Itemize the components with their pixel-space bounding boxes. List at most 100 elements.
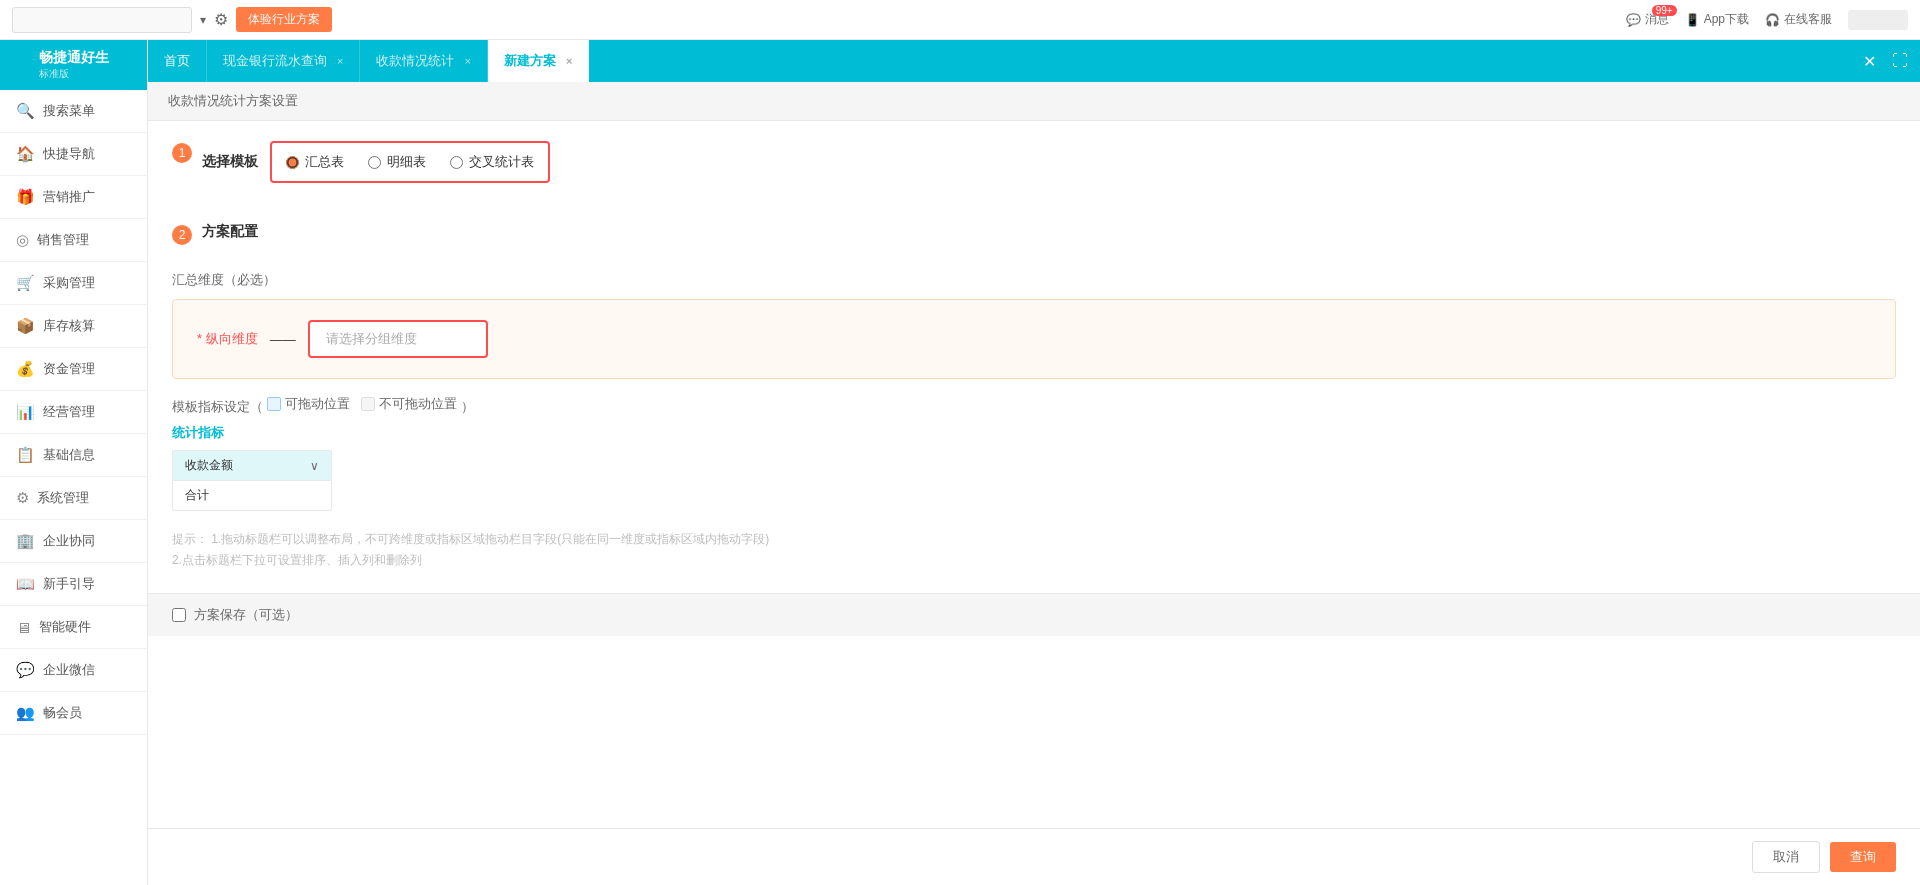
- metrics-row-total: 合计: [173, 480, 331, 510]
- trial-button[interactable]: 体验行业方案: [236, 7, 332, 32]
- message-icon: 💬: [1626, 13, 1641, 27]
- tip1: 提示： 1.拖动标题栏可以调整布局，不可跨维度或指标区域拖动栏目字段(只能在同一…: [172, 531, 1896, 548]
- tab-close-icon[interactable]: ✕: [1859, 48, 1880, 75]
- step2-section: 2 方案配置 汇总维度（必选） * 纵向维度 —— 请选择分组维度: [148, 223, 1920, 593]
- dimension-label: 汇总维度（必选）: [172, 271, 1896, 289]
- non-draggable-label: 不可拖动位置: [379, 395, 457, 413]
- step1-block: 1 选择模板 汇总表 明细表: [172, 141, 1896, 183]
- step1-section: 1 选择模板 汇总表 明细表: [148, 121, 1920, 223]
- tab-receipt-label: 收款情况统计: [376, 52, 454, 70]
- metrics-table: 收款金额 ∨ 合计: [172, 450, 332, 511]
- metrics-col-header[interactable]: 收款金额 ∨: [173, 451, 331, 480]
- tab-home[interactable]: 首页: [148, 40, 207, 82]
- sidebar-label-basic: 基础信息: [43, 446, 95, 464]
- sidebar-label-guide: 新手引导: [43, 575, 95, 593]
- metrics-config-area: 模板指标设定（ 可拖动位置 不可拖动位置 ）: [172, 395, 1896, 511]
- avatar[interactable]: [1848, 10, 1908, 30]
- sales-icon: ◎: [16, 231, 29, 249]
- wechat-icon: 💬: [16, 661, 35, 679]
- sidebar-label-nav: 快捷导航: [43, 145, 95, 163]
- logo-sub: 标准版: [39, 67, 109, 81]
- gear-icon[interactable]: ⚙: [214, 10, 228, 29]
- footer-bar: 取消 查询: [148, 828, 1920, 885]
- radio-huizong-label[interactable]: 汇总表: [305, 153, 344, 171]
- gift-icon: 🎁: [16, 188, 35, 206]
- save-checkbox[interactable]: [172, 608, 186, 622]
- tab-new-label: 新建方案: [504, 52, 556, 70]
- radio-jiaocha[interactable]: 交叉统计表: [450, 153, 534, 171]
- corp-icon: 🏢: [16, 532, 35, 550]
- sidebar-item-sales[interactable]: ◎ 销售管理: [0, 219, 147, 262]
- query-button[interactable]: 查询: [1830, 842, 1896, 872]
- radio-jiaocha-input[interactable]: [450, 156, 463, 169]
- download-item[interactable]: 📱 App下载: [1685, 11, 1749, 28]
- metrics-col-label: 收款金额: [185, 457, 233, 474]
- list-icon: 📋: [16, 446, 35, 464]
- stats-section: 统计指标 收款金额 ∨ 合计: [172, 424, 332, 511]
- service-label: 在线客服: [1784, 11, 1832, 28]
- sidebar-label-hardware: 智能硬件: [39, 618, 91, 636]
- sidebar-item-member[interactable]: 👥 畅会员: [0, 692, 147, 735]
- sidebar-item-hardware[interactable]: 🖥 智能硬件: [0, 606, 147, 649]
- tab-bank-label: 现金银行流水查询: [223, 52, 327, 70]
- tab-new[interactable]: 新建方案 ×: [488, 40, 589, 82]
- metrics-col-dropdown-icon[interactable]: ∨: [310, 459, 319, 473]
- search-input[interactable]: [12, 7, 192, 33]
- tab-bar: 首页 现金银行流水查询 × 收款情况统计 × 新建方案 × ✕ ⛶: [148, 40, 1920, 82]
- tips-section: 提示： 1.拖动标题栏可以调整布局，不可跨维度或指标区域拖动栏目字段(只能在同一…: [172, 531, 1896, 569]
- step1-num: 1: [172, 143, 192, 163]
- tab-receipt[interactable]: 收款情况统计 ×: [360, 40, 487, 82]
- radio-mingxi-input[interactable]: [368, 156, 381, 169]
- tab-home-label: 首页: [164, 52, 190, 70]
- service-item[interactable]: 🎧 在线客服: [1765, 11, 1832, 28]
- step2-block: 2 方案配置: [172, 223, 1896, 251]
- dimension-row: * 纵向维度 —— 请选择分组维度: [197, 320, 1871, 358]
- step2-content: 方案配置: [202, 223, 1896, 251]
- dropdown-icon[interactable]: ▾: [200, 13, 206, 27]
- step1-content: 选择模板 汇总表 明细表: [202, 141, 1896, 183]
- metrics-header-text: 模板指标设定（ 可拖动位置 不可拖动位置 ）: [172, 395, 474, 416]
- sidebar-item-marketing[interactable]: 🎁 营销推广: [0, 176, 147, 219]
- sidebar-item-operations[interactable]: 📊 经营管理: [0, 391, 147, 434]
- sidebar-item-corp[interactable]: 🏢 企业协同: [0, 520, 147, 563]
- sidebar-item-basic[interactable]: 📋 基础信息: [0, 434, 147, 477]
- sidebar-item-search[interactable]: 🔍 搜索菜单: [0, 90, 147, 133]
- guide-icon: 📖: [16, 575, 35, 593]
- chart-icon: 📊: [16, 403, 35, 421]
- sidebar-item-purchase[interactable]: 🛒 采购管理: [0, 262, 147, 305]
- sidebar-item-system[interactable]: ⚙ 系统管理: [0, 477, 147, 520]
- tab-bank[interactable]: 现金银行流水查询 ×: [207, 40, 360, 82]
- message-item[interactable]: 💬 消息 99+: [1626, 11, 1669, 28]
- radio-huizong[interactable]: 汇总表: [286, 153, 344, 171]
- tab-bank-close[interactable]: ×: [337, 55, 343, 67]
- content-area: 首页 现金银行流水查询 × 收款情况统计 × 新建方案 × ✕ ⛶ 收款情况统计…: [148, 40, 1920, 885]
- save-label[interactable]: 方案保存（可选）: [194, 606, 298, 624]
- cancel-button[interactable]: 取消: [1752, 841, 1820, 873]
- tab-new-close[interactable]: ×: [566, 55, 572, 67]
- sidebar-item-nav[interactable]: 🏠 快捷导航: [0, 133, 147, 176]
- radio-huizong-input[interactable]: [286, 156, 299, 169]
- sidebar-label-wechat: 企业微信: [43, 661, 95, 679]
- sidebar-item-guide[interactable]: 📖 新手引导: [0, 563, 147, 606]
- top-bar-right: 💬 消息 99+ 📱 App下载 🎧 在线客服: [1626, 10, 1908, 30]
- radio-jiaocha-label[interactable]: 交叉统计表: [469, 153, 534, 171]
- cart-icon: 🛒: [16, 274, 35, 292]
- radio-mingxi-label[interactable]: 明细表: [387, 153, 426, 171]
- page-body: 1 选择模板 汇总表 明细表: [148, 121, 1920, 828]
- dimension-select[interactable]: 请选择分组维度: [308, 320, 488, 358]
- radio-mingxi[interactable]: 明细表: [368, 153, 426, 171]
- stats-title: 统计指标: [172, 424, 332, 442]
- sidebar-label-marketing: 营销推广: [43, 188, 95, 206]
- sidebar-item-finance[interactable]: 💰 资金管理: [0, 348, 147, 391]
- dimension-area: * 纵向维度 —— 请选择分组维度: [172, 299, 1896, 379]
- tab-expand-icon[interactable]: ⛶: [1888, 48, 1912, 74]
- sidebar-label-member: 畅会员: [43, 704, 82, 722]
- sidebar-item-wechat[interactable]: 💬 企业微信: [0, 649, 147, 692]
- sidebar-item-inventory[interactable]: 📦 库存核算: [0, 305, 147, 348]
- sidebar-label-sales: 销售管理: [37, 231, 89, 249]
- tab-receipt-close[interactable]: ×: [464, 55, 470, 67]
- box-icon: 📦: [16, 317, 35, 335]
- tab-bar-actions: ✕ ⛶: [1859, 48, 1920, 75]
- sidebar-label-operations: 经营管理: [43, 403, 95, 421]
- member-icon: 👥: [16, 704, 35, 722]
